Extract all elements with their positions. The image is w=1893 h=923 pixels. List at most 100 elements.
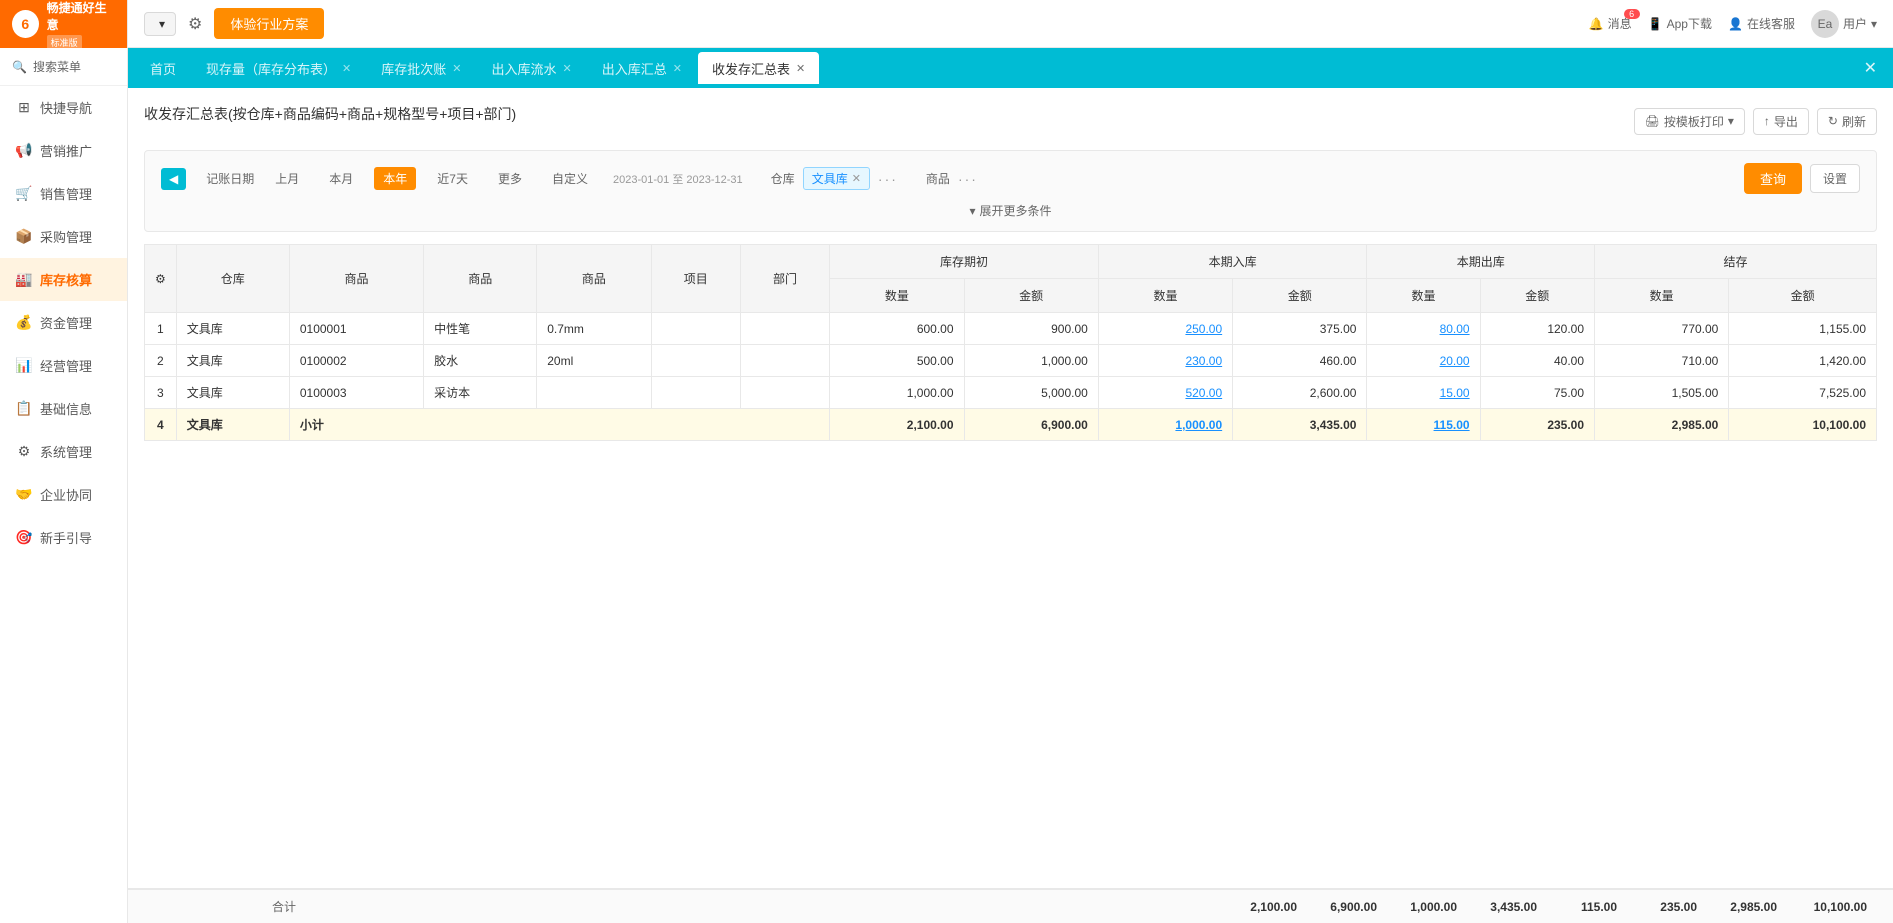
- expand-more-button[interactable]: ▾ 展开更多条件: [161, 202, 1860, 219]
- footer-opening-amt: 6,900.00: [1307, 900, 1387, 914]
- filter-bar: ◀ 记账日期 上月 本月 本年 近7天 更多 自定义 2023-01-01 至 …: [144, 150, 1877, 232]
- enterprise-icon: 🤝: [16, 487, 32, 503]
- settings-small-button[interactable]: 设置: [1810, 164, 1860, 193]
- row-in-amt: 375.00: [1233, 313, 1367, 345]
- row-project: [651, 313, 740, 345]
- date-btn-custom[interactable]: 自定义: [543, 167, 597, 190]
- row-warehouse: 文具库: [176, 377, 289, 409]
- refresh-icon: ↻: [1828, 114, 1838, 128]
- system-icon: ⚙: [16, 444, 32, 460]
- tab-in-out-flow[interactable]: 出入库流水 ✕: [477, 52, 585, 84]
- row-in-qty-link[interactable]: 250.00: [1098, 313, 1232, 345]
- sidebar-item-operations[interactable]: 📊 经营管理: [0, 344, 127, 387]
- refresh-button[interactable]: ↻ 刷新: [1817, 108, 1877, 135]
- sidebar-item-finance[interactable]: 💰 资金管理: [0, 301, 127, 344]
- tab-close-icon[interactable]: ✕: [796, 62, 805, 75]
- subtotal-out-qty[interactable]: 115.00: [1367, 409, 1480, 441]
- tab-in-out-summary[interactable]: 出入库汇总 ✕: [588, 52, 696, 84]
- query-button[interactable]: 查询: [1744, 163, 1802, 194]
- table-row: 3 文具库 0100003 采访本 1,000.00 5,000.00 520.…: [145, 377, 1877, 409]
- row-in-qty-link[interactable]: 520.00: [1098, 377, 1232, 409]
- purchase-icon: 📦: [16, 229, 32, 245]
- tab-bar-close-icon[interactable]: ✕: [1856, 58, 1885, 78]
- subtotal-in-qty[interactable]: 1,000.00: [1098, 409, 1232, 441]
- col-header-product-name: 商品: [424, 245, 537, 313]
- sidebar-item-system[interactable]: ⚙ 系统管理: [0, 430, 127, 473]
- tab-stock-dist[interactable]: 现存量（库存分布表） ✕: [192, 52, 365, 84]
- tab-batch[interactable]: 库存批次账 ✕: [367, 52, 475, 84]
- row-no: 2: [145, 345, 177, 377]
- sidebar-item-label: 营销推广: [40, 141, 92, 160]
- logo-icon: 6: [12, 10, 39, 38]
- quick-nav-icon: ⊞: [16, 100, 32, 116]
- sidebar-item-sales[interactable]: 🛒 销售管理: [0, 172, 127, 215]
- row-in-qty-link[interactable]: 230.00: [1098, 345, 1232, 377]
- tab-close-icon[interactable]: ✕: [342, 62, 351, 75]
- footer-in-amt: 3,435.00: [1467, 900, 1547, 914]
- footer-in-qty: 1,000.00: [1387, 900, 1467, 914]
- filter-expand-button[interactable]: ◀: [161, 168, 186, 190]
- app-download[interactable]: 📱 App下载: [1648, 15, 1712, 32]
- user-menu[interactable]: Ea 用户 ▾: [1811, 10, 1877, 38]
- date-btn-7days[interactable]: 近7天: [428, 167, 477, 190]
- table-footer: 合计 2,100.00 6,900.00 1,000.00 3,435.00 1…: [128, 888, 1893, 923]
- col-header-warehouse: 仓库: [176, 245, 289, 313]
- sidebar-item-label: 经营管理: [40, 356, 92, 375]
- tab-close-icon[interactable]: ✕: [563, 62, 572, 75]
- date-btn-last-month[interactable]: 上月: [266, 167, 308, 190]
- sidebar-item-quick-nav[interactable]: ⊞ 快捷导航: [0, 86, 127, 129]
- warehouse-tag-close-icon[interactable]: ✕: [852, 172, 861, 185]
- row-out-qty-link[interactable]: 80.00: [1367, 313, 1480, 345]
- col-in-amt: 金额: [1233, 279, 1367, 313]
- product-more-dots[interactable]: ···: [958, 171, 978, 187]
- experience-button[interactable]: 体验行业方案: [214, 8, 324, 39]
- footer-opening-qty: 2,100.00: [1227, 900, 1307, 914]
- tab-close-icon[interactable]: ✕: [452, 62, 461, 75]
- table-settings-header[interactable]: ⚙: [145, 245, 177, 313]
- row-product-spec: 20ml: [537, 345, 651, 377]
- subtotal-no: 4: [145, 409, 177, 441]
- col-opening-qty: 数量: [830, 279, 964, 313]
- sidebar-item-marketing[interactable]: 📢 营销推广: [0, 129, 127, 172]
- date-btn-more[interactable]: 更多: [489, 167, 531, 190]
- row-opening-amt: 900.00: [964, 313, 1098, 345]
- date-btn-this-year[interactable]: 本年: [374, 167, 416, 190]
- warehouse-tag[interactable]: 文具库 ✕: [803, 167, 870, 190]
- col-group-opening: 库存期初: [830, 245, 1099, 279]
- col-out-qty: 数量: [1367, 279, 1480, 313]
- sidebar-item-purchase[interactable]: 📦 采购管理: [0, 215, 127, 258]
- export-button[interactable]: ↑ 导出: [1753, 108, 1809, 135]
- row-closing-qty: 710.00: [1595, 345, 1729, 377]
- page-title: 收发存汇总表(按仓库+商品编码+商品+规格型号+项目+部门): [144, 104, 516, 124]
- settings-icon[interactable]: ⚙: [188, 14, 202, 34]
- sidebar-item-basic[interactable]: 📋 基础信息: [0, 387, 127, 430]
- col-group-period-in: 本期入库: [1098, 245, 1367, 279]
- tab-label: 收发存汇总表: [712, 59, 790, 78]
- avatar: Ea: [1811, 10, 1839, 38]
- tab-home[interactable]: 首页: [136, 52, 190, 84]
- print-icon: 🖨: [1645, 114, 1660, 128]
- online-service[interactable]: 👤 在线客服: [1728, 15, 1795, 32]
- print-button[interactable]: 🖨 按模板打印 ▾: [1634, 108, 1745, 135]
- row-department: [740, 313, 829, 345]
- row-product-name: 胶水: [424, 345, 537, 377]
- sidebar-item-enterprise[interactable]: 🤝 企业协同: [0, 473, 127, 516]
- row-out-qty-link[interactable]: 20.00: [1367, 345, 1480, 377]
- subtotal-warehouse: 文具库: [176, 409, 289, 441]
- tab-label: 出入库汇总: [602, 59, 667, 78]
- tab-receive-summary[interactable]: 收发存汇总表 ✕: [698, 52, 819, 84]
- warehouse-more-dots[interactable]: ···: [878, 171, 898, 187]
- row-opening-qty: 600.00: [830, 313, 964, 345]
- inventory-icon: 🏭: [16, 272, 32, 288]
- tab-label: 现存量（库存分布表）: [206, 59, 336, 78]
- row-out-qty-link[interactable]: 15.00: [1367, 377, 1480, 409]
- system-selector[interactable]: ▾: [144, 12, 176, 36]
- sidebar-item-guide[interactable]: 🎯 新手引导: [0, 516, 127, 559]
- sidebar-item-inventory[interactable]: 🏭 库存核算: [0, 258, 127, 301]
- row-in-amt: 2,600.00: [1233, 377, 1367, 409]
- notification-bell[interactable]: 🔔 6 消息: [1589, 15, 1632, 32]
- date-btn-this-month[interactable]: 本月: [320, 167, 362, 190]
- sidebar-search[interactable]: 🔍 搜索菜单: [0, 48, 127, 86]
- row-product-name: 中性笔: [424, 313, 537, 345]
- tab-close-icon[interactable]: ✕: [673, 62, 682, 75]
